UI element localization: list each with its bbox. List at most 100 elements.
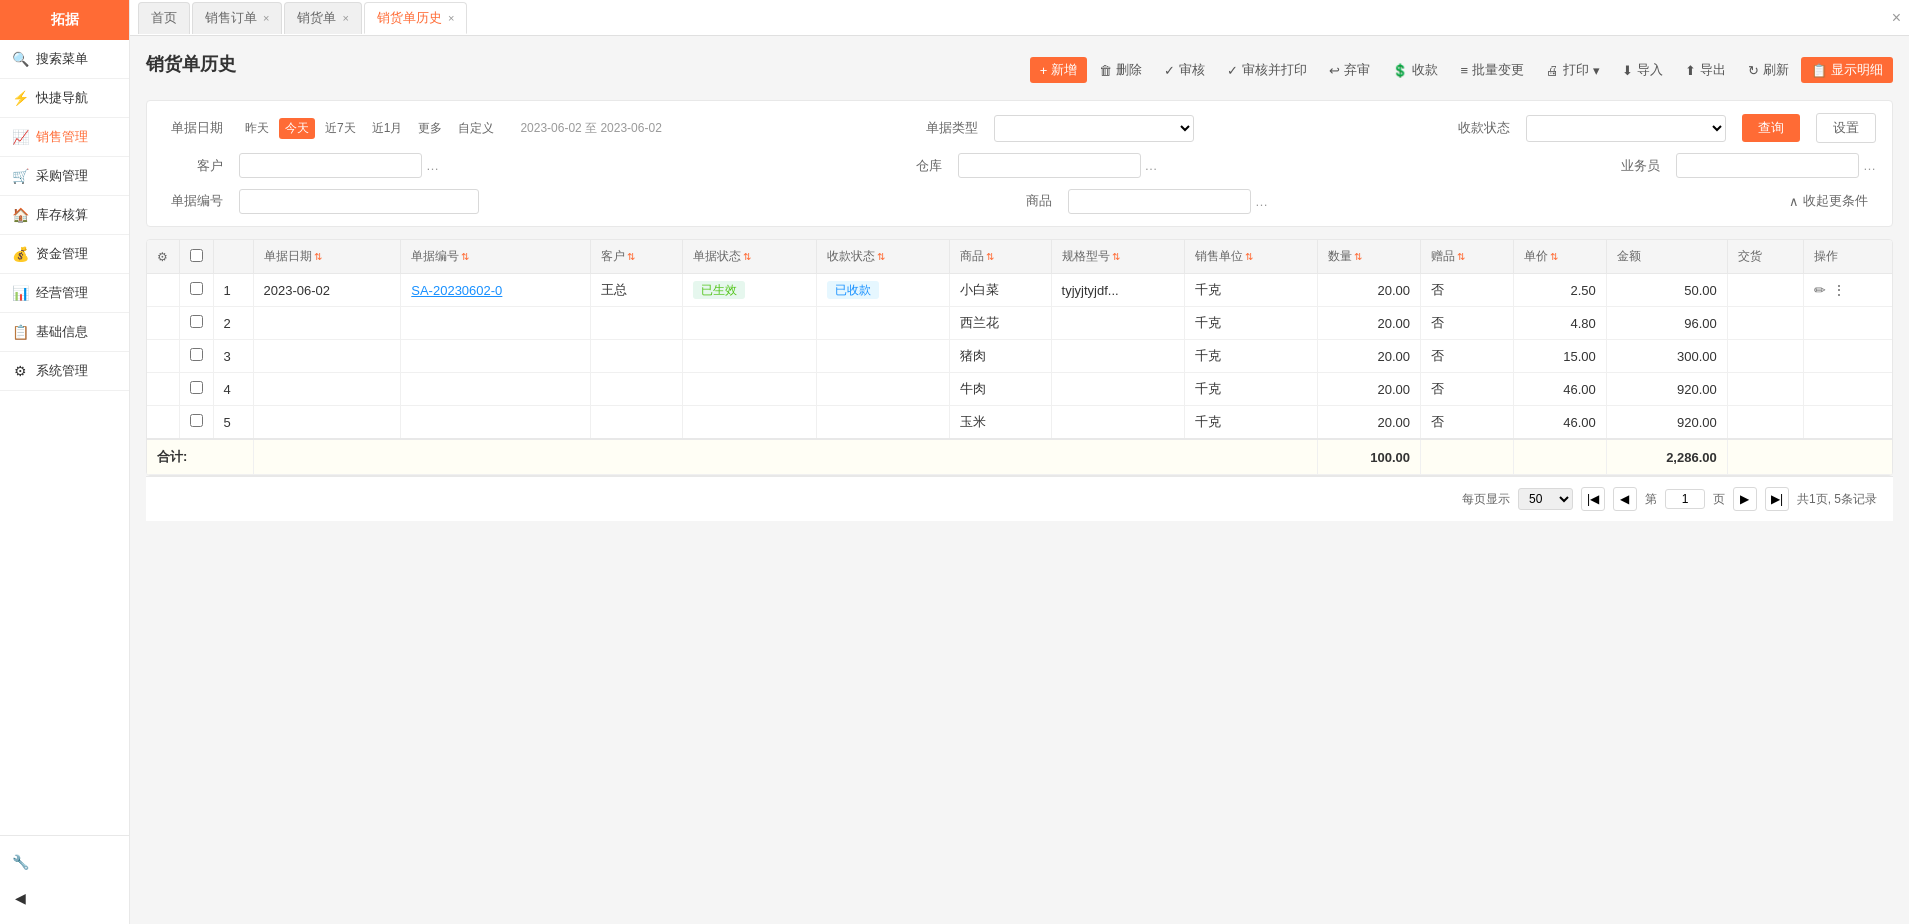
- td-actions-4[interactable]: [1803, 406, 1892, 440]
- shortcut-custom[interactable]: 自定义: [452, 118, 500, 139]
- audit-print-button[interactable]: ✓ 审核并打印: [1217, 57, 1317, 83]
- import-button[interactable]: ⬇ 导入: [1612, 57, 1673, 83]
- row-checkbox-0[interactable]: [190, 282, 203, 295]
- next-page-btn[interactable]: ▶: [1733, 487, 1757, 511]
- td-checkbox-3[interactable]: [179, 373, 213, 406]
- td-actions-3[interactable]: [1803, 373, 1892, 406]
- shortcut-today[interactable]: 今天: [279, 118, 315, 139]
- row-checkbox-4[interactable]: [190, 414, 203, 427]
- td-delivery-1: [1727, 307, 1803, 340]
- collapse-filter-btn[interactable]: ∧ 收起更条件: [1781, 188, 1876, 214]
- th-price[interactable]: 单价⇅: [1513, 240, 1606, 274]
- th-spec[interactable]: 规格型号⇅: [1051, 240, 1184, 274]
- select-all-checkbox[interactable]: [190, 249, 203, 262]
- td-actions-1[interactable]: [1803, 307, 1892, 340]
- edit-action-0[interactable]: ✏: [1814, 282, 1826, 298]
- td-doc-no-0[interactable]: SA-20230602-0: [401, 274, 590, 307]
- delete-button[interactable]: 🗑 删除: [1089, 57, 1152, 83]
- td-spec-2: [1051, 340, 1184, 373]
- sidebar-item-purchase-mgmt[interactable]: 🛒 采购管理: [0, 157, 129, 196]
- abandon-button[interactable]: ↩ 弃审: [1319, 57, 1380, 83]
- th-doc-date[interactable]: 单据日期⇅: [253, 240, 401, 274]
- row-checkbox-2[interactable]: [190, 348, 203, 361]
- th-pay-status[interactable]: 收款状态⇅: [816, 240, 949, 274]
- collect-button[interactable]: 💲 收款: [1382, 57, 1448, 83]
- td-checkbox-4[interactable]: [179, 406, 213, 440]
- show-detail-button[interactable]: 📋 显示明细: [1801, 57, 1893, 83]
- shortcut-yesterday[interactable]: 昨天: [239, 118, 275, 139]
- sidebar-settings-btn[interactable]: 🔧: [0, 844, 129, 880]
- salesperson-picker-btn[interactable]: …: [1863, 158, 1876, 173]
- td-doc-no-3[interactable]: [401, 373, 590, 406]
- row-checkbox-1[interactable]: [190, 315, 203, 328]
- tab-sales-order-close[interactable]: ×: [263, 12, 269, 24]
- goods-input[interactable]: [1068, 189, 1251, 214]
- sidebar-item-inventory[interactable]: 🏠 库存核算: [0, 196, 129, 235]
- customer-input[interactable]: [239, 153, 422, 178]
- td-amount-1: 96.00: [1606, 307, 1727, 340]
- first-page-btn[interactable]: |◀: [1581, 487, 1605, 511]
- td-customer-2: [590, 340, 683, 373]
- more-action-0[interactable]: ⋮: [1832, 282, 1846, 298]
- sidebar-item-sys-mgmt[interactable]: ⚙ 系统管理: [0, 352, 129, 391]
- sidebar-item-finance[interactable]: 💰 资金管理: [0, 235, 129, 274]
- th-customer[interactable]: 客户⇅: [590, 240, 683, 274]
- new-button[interactable]: + 新增: [1030, 57, 1088, 83]
- audit-button[interactable]: ✓ 审核: [1154, 57, 1215, 83]
- td-doc-no-1[interactable]: [401, 307, 590, 340]
- th-goods[interactable]: 商品⇅: [950, 240, 1051, 274]
- tab-sales-order[interactable]: 销售订单 ×: [192, 2, 282, 34]
- tab-sales-delivery-close[interactable]: ×: [342, 12, 348, 24]
- td-checkbox-0[interactable]: [179, 274, 213, 307]
- per-page-select[interactable]: 50 100 200: [1518, 488, 1573, 510]
- tab-home[interactable]: 首页: [138, 2, 190, 34]
- salesperson-input[interactable]: [1676, 153, 1859, 178]
- sidebar-item-basic-info[interactable]: 📋 基础信息: [0, 313, 129, 352]
- shortcut-1month[interactable]: 近1月: [366, 118, 409, 139]
- td-checkbox-2[interactable]: [179, 340, 213, 373]
- th-qty[interactable]: 数量⇅: [1318, 240, 1421, 274]
- tab-sales-delivery[interactable]: 销货单 ×: [284, 2, 361, 34]
- prev-page-btn[interactable]: ◀: [1613, 487, 1637, 511]
- row-checkbox-3[interactable]: [190, 381, 203, 394]
- tab-sales-history[interactable]: 销货单历史 ×: [364, 2, 467, 34]
- warehouse-input[interactable]: [958, 153, 1141, 178]
- goods-picker-btn[interactable]: …: [1255, 194, 1268, 209]
- sidebar-collapse-btn[interactable]: ◀: [0, 880, 129, 916]
- batch-change-button[interactable]: ≡ 批量变更: [1450, 57, 1534, 83]
- td-doc-no-2[interactable]: [401, 340, 590, 373]
- sidebar-item-quick-nav[interactable]: ⚡ 快捷导航: [0, 79, 129, 118]
- td-checkbox-1[interactable]: [179, 307, 213, 340]
- warehouse-picker-btn[interactable]: …: [1145, 158, 1158, 173]
- shortcut-more[interactable]: 更多: [412, 118, 448, 139]
- print-button[interactable]: 🖨 打印 ▾: [1536, 57, 1610, 83]
- doc-type-select[interactable]: [994, 115, 1194, 142]
- doc-no-input[interactable]: [239, 189, 479, 214]
- td-actions-0[interactable]: ✏⋮: [1803, 274, 1892, 307]
- customer-picker-btn[interactable]: …: [426, 158, 439, 173]
- sidebar-item-search-menu[interactable]: 🔍 搜索菜单: [0, 40, 129, 79]
- last-page-btn[interactable]: ▶|: [1765, 487, 1789, 511]
- sidebar-item-sales-mgmt[interactable]: 📈 销售管理: [0, 118, 129, 157]
- th-gear[interactable]: ⚙: [147, 240, 179, 274]
- th-doc-no[interactable]: 单据编号⇅: [401, 240, 590, 274]
- payment-status-select[interactable]: [1526, 115, 1726, 142]
- sidebar-item-ops-mgmt[interactable]: 📊 经营管理: [0, 274, 129, 313]
- th-unit[interactable]: 销售单位⇅: [1185, 240, 1318, 274]
- refresh-button[interactable]: ↻ 刷新: [1738, 57, 1799, 83]
- th-doc-status[interactable]: 单据状态⇅: [683, 240, 816, 274]
- th-checkbox[interactable]: [179, 240, 213, 274]
- export-button[interactable]: ⬆ 导出: [1675, 57, 1736, 83]
- tab-sales-history-close[interactable]: ×: [448, 12, 454, 24]
- th-amount[interactable]: 金额: [1606, 240, 1727, 274]
- window-close-btn[interactable]: ×: [1892, 9, 1901, 27]
- td-doc-no-4[interactable]: [401, 406, 590, 440]
- shortcut-7days[interactable]: 近7天: [319, 118, 362, 139]
- th-gift[interactable]: 赠品⇅: [1421, 240, 1514, 274]
- page-input[interactable]: [1665, 489, 1705, 509]
- query-button[interactable]: 查询: [1742, 114, 1800, 142]
- doc-no-link-0[interactable]: SA-20230602-0: [411, 283, 502, 298]
- filter-settings-button[interactable]: 设置: [1816, 113, 1876, 143]
- td-actions-2[interactable]: [1803, 340, 1892, 373]
- td-row-no-2: 3: [213, 340, 253, 373]
